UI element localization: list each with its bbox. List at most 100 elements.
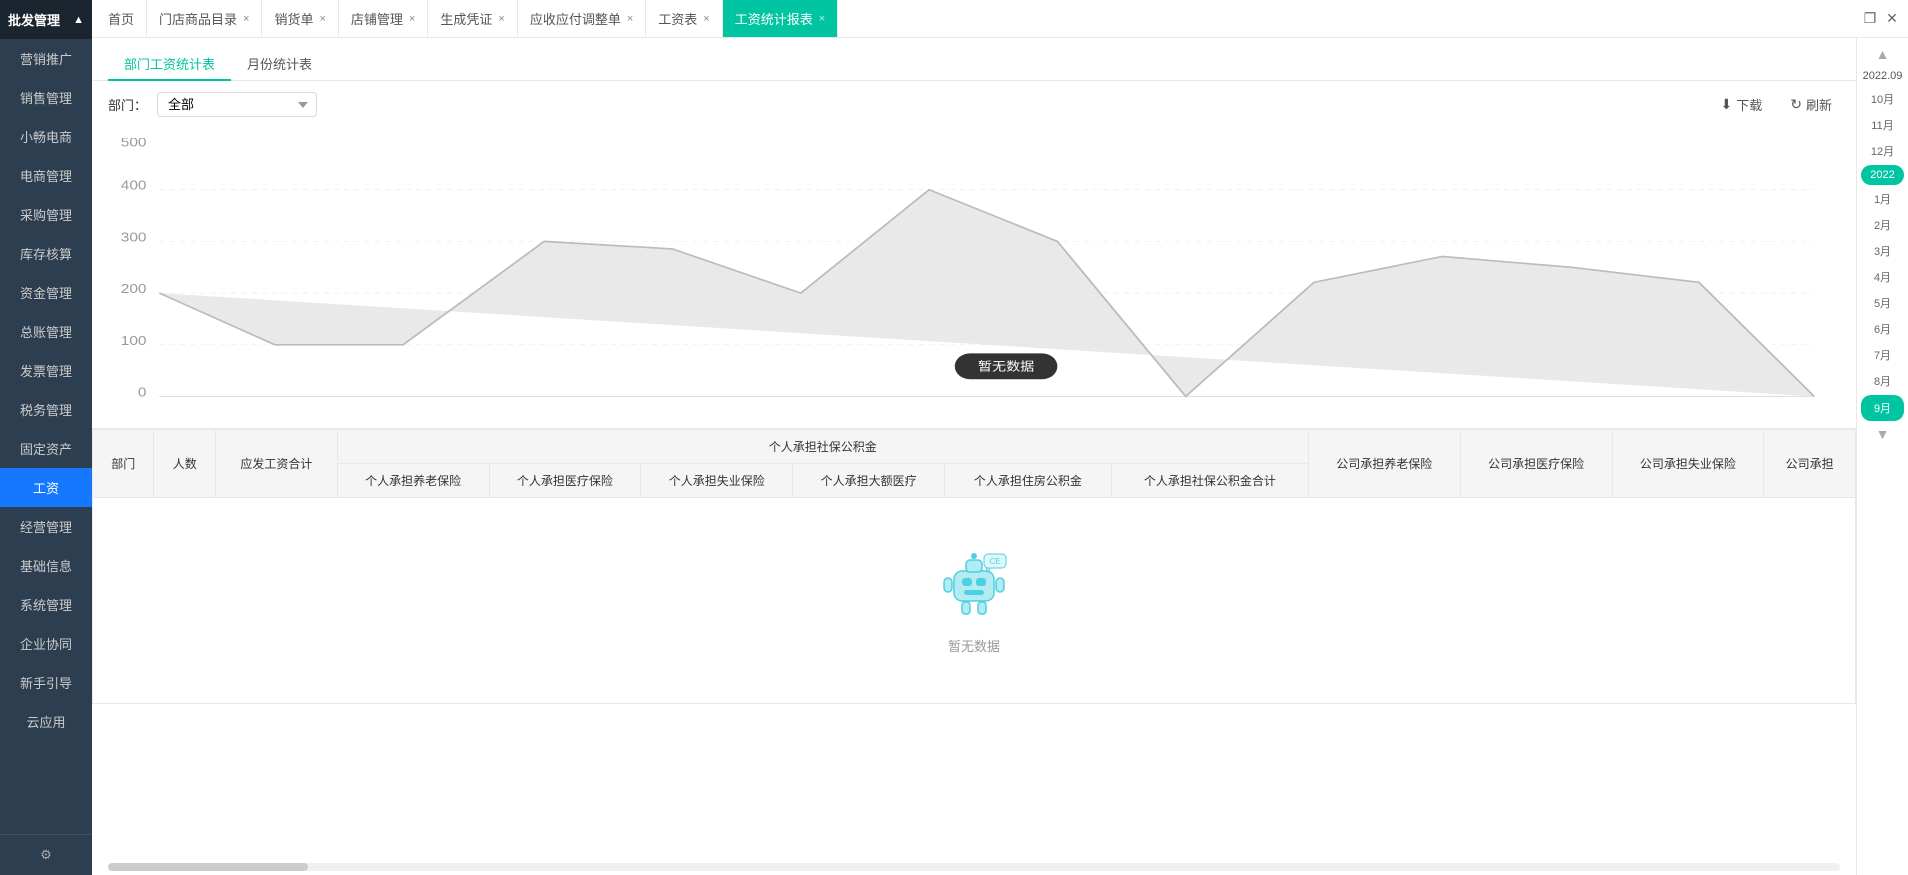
empty-state: CE 暂无数据 [105, 506, 1843, 695]
page-area: 部门工资统计表 月份统计表 部门： 全部 销售部 技术部 财务部 人事部 [92, 38, 1908, 875]
sidebar-title: 批发管理 [8, 10, 60, 29]
timeline-entry-9[interactable]: 5月 [1857, 290, 1908, 316]
sidebar-item-tax[interactable]: 税务管理 [0, 390, 92, 429]
col-company-pension: 公司承担养老保险 [1308, 430, 1460, 498]
tab-close-payroll[interactable]: × [703, 13, 709, 25]
timeline-entry-11[interactable]: 7月 [1857, 342, 1908, 368]
sidebar-settings[interactable]: ⚙ [0, 834, 92, 875]
restore-icon: ❐ [1864, 10, 1877, 27]
col-company-more: 公司承担 [1764, 430, 1856, 498]
timeline-entry-5[interactable]: 1月 [1857, 186, 1908, 212]
sidebar-item-salary[interactable]: 工资 [0, 468, 92, 507]
tab-close-store-mgmt[interactable]: × [409, 13, 415, 25]
tab-sales-order[interactable]: 销货单 × [262, 0, 338, 38]
tab-close-product-catalog[interactable]: × [243, 13, 249, 25]
sidebar-item-inventory[interactable]: 库存核算 [0, 234, 92, 273]
data-table: 部门 人数 应发工资合计 个人承担社保公积金 公司承担养老保险 公司承担医疗保险… [92, 429, 1856, 704]
timeline-entry-7[interactable]: 3月 [1857, 238, 1908, 264]
tab-certificate[interactable]: 生成凭证 × [428, 0, 517, 38]
tab-receivable[interactable]: 应收应付调整单 × [518, 0, 646, 38]
timeline-entry-10[interactable]: 6月 [1857, 316, 1908, 342]
table-scrollbar[interactable] [108, 863, 1840, 871]
tab-home[interactable]: 首页 [96, 0, 147, 38]
sidebar-item-purchase[interactable]: 采购管理 [0, 195, 92, 234]
svg-text:暂无数据: 暂无数据 [978, 360, 1034, 374]
sidebar-item-ecommerce[interactable]: 电商管理 [0, 156, 92, 195]
chart-area: 0 100 200 300 400 500 [92, 128, 1856, 428]
tab-salary-report[interactable]: 工资统计报表 × [723, 0, 838, 38]
col-group-personal: 个人承担社保公积金 [337, 430, 1308, 464]
timeline-entry-0[interactable]: 2022.09 [1857, 66, 1908, 86]
settings-icon: ⚙ [40, 847, 52, 862]
refresh-button[interactable]: ↻ 刷新 [1782, 91, 1840, 118]
svg-text:400: 400 [121, 179, 147, 194]
col-total-salary: 应发工资合计 [215, 430, 337, 498]
dept-select[interactable]: 全部 销售部 技术部 财务部 人事部 [157, 92, 317, 117]
sub-tab-dept-stats[interactable]: 部门工资统计表 [108, 48, 231, 81]
sidebar-item-cloud[interactable]: 云应用 [0, 702, 92, 741]
toolbar-left: 部门： 全部 销售部 技术部 财务部 人事部 [108, 92, 317, 117]
sidebar-item-ecommerce-small[interactable]: 小畅电商 [0, 117, 92, 156]
sub-tab-monthly-stats[interactable]: 月份统计表 [231, 48, 328, 81]
timeline-entry-4[interactable]: 2022 [1861, 165, 1904, 185]
table-scrollbar-thumb[interactable] [108, 863, 308, 871]
sidebar-item-enterprise[interactable]: 企业协同 [0, 624, 92, 663]
dept-label: 部门： [108, 95, 147, 114]
close-button[interactable]: ✕ [1884, 11, 1900, 27]
svg-text:0: 0 [138, 386, 147, 401]
sidebar-item-guide[interactable]: 新手引导 [0, 663, 92, 702]
sidebar-item-operation[interactable]: 经营管理 [0, 507, 92, 546]
sidebar-item-assets[interactable]: 固定资产 [0, 429, 92, 468]
sidebar-collapse-icon[interactable]: ▲ [73, 14, 84, 26]
col-personal-housing: 个人承担住房公积金 [944, 464, 1111, 498]
refresh-label: 刷新 [1806, 95, 1832, 114]
timeline-panel: ▲ 2022.09 10月 11月 12月 2022 1月 2月 3月 4月 5… [1856, 38, 1908, 875]
tab-close-sales-order[interactable]: × [319, 13, 325, 25]
tab-close-salary-report[interactable]: × [819, 13, 825, 25]
svg-text:500: 500 [121, 138, 147, 150]
download-icon: ⬇ [1721, 96, 1733, 113]
col-company-medical: 公司承担医疗保险 [1460, 430, 1612, 498]
page-content: 部门工资统计表 月份统计表 部门： 全部 销售部 技术部 财务部 人事部 [92, 38, 1856, 875]
timeline-entry-6[interactable]: 2月 [1857, 212, 1908, 238]
sidebar-item-marketing[interactable]: 营销推广 [0, 39, 92, 78]
tab-product-catalog[interactable]: 门店商品目录 × [147, 0, 262, 38]
window-controls: ❐ ✕ [1862, 11, 1904, 27]
timeline-entry-8[interactable]: 4月 [1857, 264, 1908, 290]
timeline-entry-3[interactable]: 12月 [1857, 138, 1908, 164]
col-personal-pension: 个人承担养老保险 [337, 464, 489, 498]
svg-text:CE: CE [989, 557, 1000, 566]
sub-tab-bar: 部门工资统计表 月份统计表 [92, 38, 1856, 81]
refresh-icon: ↻ [1790, 96, 1802, 113]
col-dept: 部门 [93, 430, 154, 498]
col-count: 人数 [154, 430, 215, 498]
close-icon: ✕ [1886, 10, 1898, 27]
tab-payroll[interactable]: 工资表 × [646, 0, 722, 38]
col-personal-major-medical: 个人承担大额医疗 [793, 464, 945, 498]
sidebar-header[interactable]: 批发管理 ▲ [0, 0, 92, 39]
sidebar-item-basic[interactable]: 基础信息 [0, 546, 92, 585]
download-label: 下载 [1736, 95, 1762, 114]
empty-icon: CE [934, 546, 1014, 626]
timeline-nav-down[interactable]: ▼ [1872, 422, 1894, 446]
col-personal-unemployment: 个人承担失业保险 [641, 464, 793, 498]
sidebar-item-invoice[interactable]: 发票管理 [0, 351, 92, 390]
download-button[interactable]: ⬇ 下载 [1713, 91, 1771, 118]
sidebar: 批发管理 ▲ 营销推广 销售管理 小畅电商 电商管理 采购管理 库存核算 资金管… [0, 0, 92, 875]
tab-store-mgmt[interactable]: 店铺管理 × [339, 0, 428, 38]
sidebar-item-system[interactable]: 系统管理 [0, 585, 92, 624]
timeline-entry-13[interactable]: 9月 [1861, 395, 1904, 421]
timeline-nav-up[interactable]: ▲ [1872, 42, 1894, 66]
timeline-entry-1[interactable]: 10月 [1857, 86, 1908, 112]
sidebar-item-finance[interactable]: 资金管理 [0, 273, 92, 312]
sidebar-item-ledger[interactable]: 总账管理 [0, 312, 92, 351]
tab-close-receivable[interactable]: × [627, 13, 633, 25]
sidebar-item-sales[interactable]: 销售管理 [0, 78, 92, 117]
tab-close-certificate[interactable]: × [498, 13, 504, 25]
toolbar-right: ⬇ 下载 ↻ 刷新 [1713, 91, 1841, 118]
timeline-entry-2[interactable]: 11月 [1857, 112, 1908, 138]
restore-button[interactable]: ❐ [1862, 11, 1878, 27]
tab-bar: 首页 门店商品目录 × 销货单 × 店铺管理 × 生成凭证 × 应收应付调整单 … [92, 0, 1908, 38]
col-personal-medical: 个人承担医疗保险 [489, 464, 641, 498]
timeline-entry-12[interactable]: 8月 [1857, 368, 1908, 394]
